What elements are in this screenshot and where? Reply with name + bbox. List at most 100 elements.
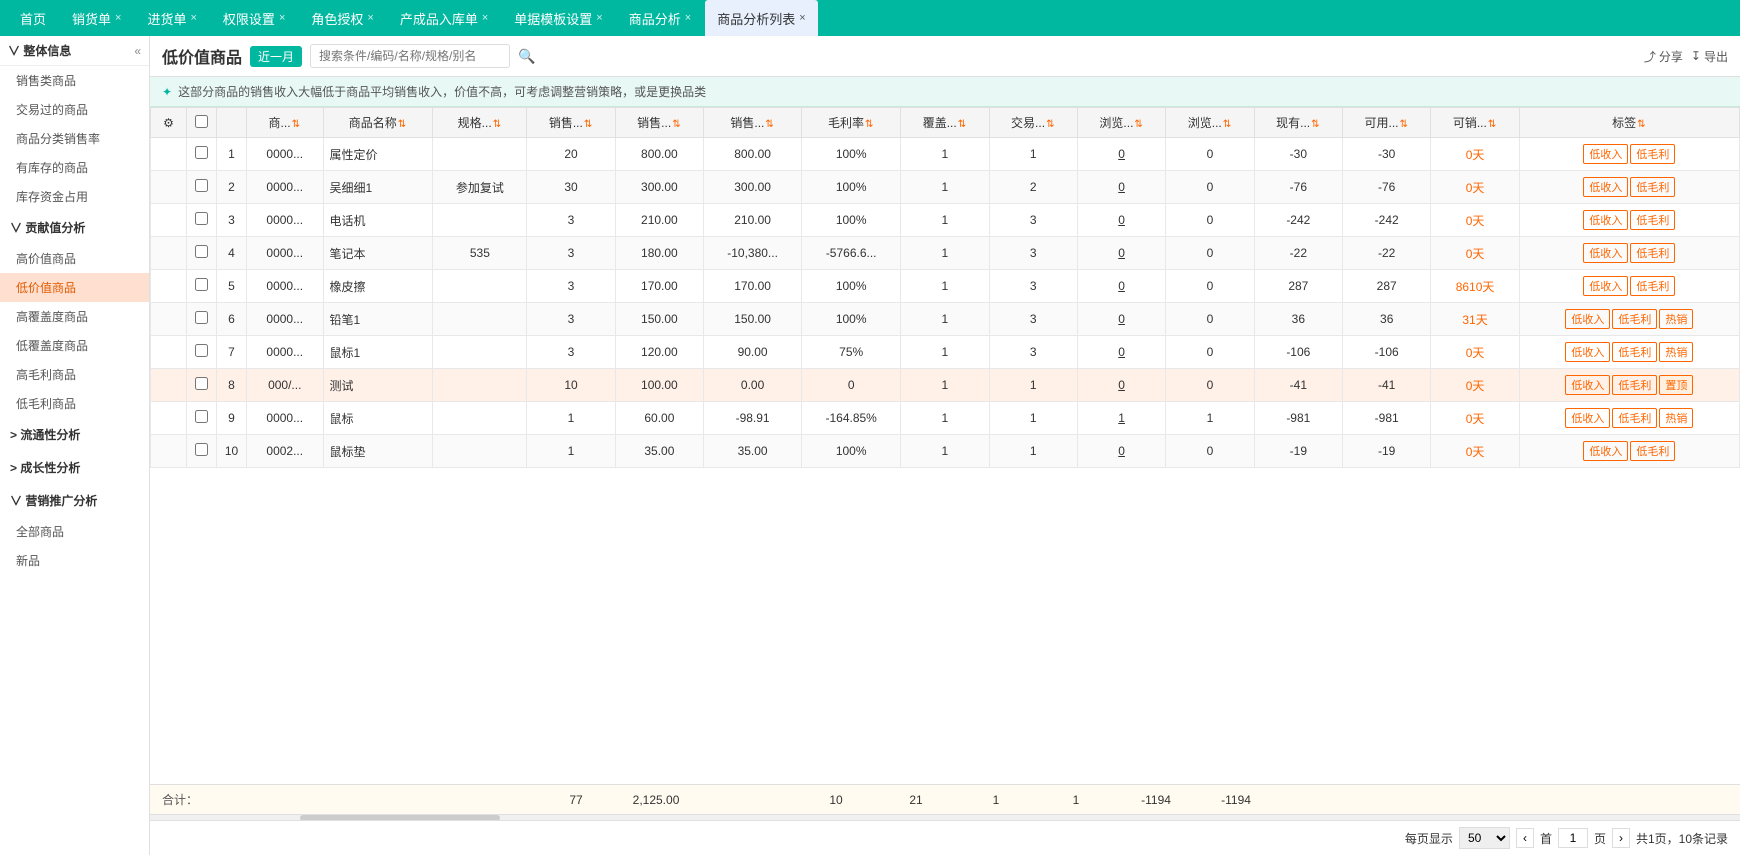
cell-checkbox[interactable] bbox=[187, 303, 217, 336]
nav-sales-order[interactable]: 销货单 × bbox=[60, 0, 133, 36]
cell-view1[interactable]: 0 bbox=[1077, 171, 1165, 204]
nav-purchase-order[interactable]: 进货单 × bbox=[135, 0, 208, 36]
export-button[interactable]: ↧ 导出 bbox=[1691, 48, 1728, 65]
next-page-button[interactable]: › bbox=[1612, 828, 1630, 848]
sidebar-item-high-value[interactable]: 高价值商品 bbox=[0, 244, 149, 273]
col-checkbox[interactable] bbox=[187, 108, 217, 138]
sidebar-item-high-coverage[interactable]: 高覆盖度商品 bbox=[0, 302, 149, 331]
col-available[interactable]: 可用...⇅ bbox=[1343, 108, 1431, 138]
cell-view1[interactable]: 0 bbox=[1077, 369, 1165, 402]
nav-product-analysis[interactable]: 商品分析 × bbox=[617, 0, 703, 36]
col-tags[interactable]: 标签⇅ bbox=[1519, 108, 1739, 138]
sidebar-item-all-goods[interactable]: 全部商品 bbox=[0, 517, 149, 546]
table-wrapper[interactable]: ⚙ 商...⇅ 商品名称⇅ 规格...⇅ 销售...⇅ 销售...⇅ 销售...… bbox=[150, 107, 1740, 784]
select-all-checkbox[interactable] bbox=[195, 115, 208, 128]
cell-checkbox[interactable] bbox=[187, 237, 217, 270]
nav-close-icon[interactable]: × bbox=[279, 12, 285, 24]
col-sales-amount[interactable]: 销售...⇅ bbox=[615, 108, 703, 138]
cell-view1[interactable]: 0 bbox=[1077, 237, 1165, 270]
col-saleable[interactable]: 可销...⇅ bbox=[1431, 108, 1519, 138]
page-number-input[interactable] bbox=[1558, 828, 1588, 848]
view1-link[interactable]: 0 bbox=[1118, 180, 1125, 194]
row-checkbox[interactable] bbox=[195, 311, 208, 324]
sidebar-group-contribution[interactable]: ∨ 贡献值分析 bbox=[0, 211, 149, 244]
page-size-select[interactable]: 50 100 200 bbox=[1459, 827, 1510, 849]
cell-checkbox[interactable] bbox=[187, 171, 217, 204]
row-checkbox[interactable] bbox=[195, 377, 208, 390]
col-sales-qty[interactable]: 销售...⇅ bbox=[527, 108, 615, 138]
cell-checkbox[interactable] bbox=[187, 204, 217, 237]
nav-close-icon[interactable]: × bbox=[115, 12, 121, 24]
view1-link[interactable]: 1 bbox=[1118, 411, 1125, 425]
sidebar-item-high-profit[interactable]: 高毛利商品 bbox=[0, 360, 149, 389]
first-page-button[interactable]: ‹ bbox=[1516, 828, 1534, 848]
col-name[interactable]: 商品名称⇅ bbox=[323, 108, 433, 138]
nav-product-inbound[interactable]: 产成品入库单 × bbox=[388, 0, 500, 36]
row-checkbox[interactable] bbox=[195, 179, 208, 192]
sidebar-item-low-value[interactable]: 低价值商品 bbox=[0, 273, 149, 302]
cell-checkbox[interactable] bbox=[187, 435, 217, 468]
view1-link[interactable]: 0 bbox=[1118, 213, 1125, 227]
view1-link[interactable]: 0 bbox=[1118, 312, 1125, 326]
col-trade[interactable]: 交易...⇅ bbox=[989, 108, 1077, 138]
cell-view1[interactable]: 0 bbox=[1077, 336, 1165, 369]
sidebar-group-marketing[interactable]: ∨ 营销推广分析 bbox=[0, 484, 149, 517]
nav-close-icon[interactable]: × bbox=[596, 12, 602, 24]
view1-link[interactable]: 0 bbox=[1118, 378, 1125, 392]
sidebar-collapse-icon[interactable]: « bbox=[134, 44, 141, 58]
cell-view1[interactable]: 0 bbox=[1077, 138, 1165, 171]
sidebar-item-stock-funds[interactable]: 库存资金占用 bbox=[0, 182, 149, 211]
sidebar-item-new-goods[interactable]: 新品 bbox=[0, 546, 149, 575]
view1-link[interactable]: 0 bbox=[1118, 279, 1125, 293]
col-code[interactable]: 商...⇅ bbox=[247, 108, 324, 138]
nav-role-auth[interactable]: 角色授权 × bbox=[299, 0, 385, 36]
nav-home[interactable]: 首页 bbox=[8, 0, 58, 36]
col-view1[interactable]: 浏览...⇅ bbox=[1077, 108, 1165, 138]
cell-view1[interactable]: 0 bbox=[1077, 270, 1165, 303]
col-coverage[interactable]: 覆盖...⇅ bbox=[901, 108, 989, 138]
search-icon[interactable]: 🔍 bbox=[518, 48, 535, 65]
nav-close-icon[interactable]: × bbox=[685, 12, 691, 24]
col-gross-rate[interactable]: 毛利率⇅ bbox=[802, 108, 901, 138]
sidebar-item-traded-goods[interactable]: 交易过的商品 bbox=[0, 95, 149, 124]
nav-product-analysis-list[interactable]: 商品分析列表 × bbox=[705, 0, 817, 36]
col-view2[interactable]: 浏览...⇅ bbox=[1166, 108, 1254, 138]
view1-link[interactable]: 0 bbox=[1118, 444, 1125, 458]
cell-checkbox[interactable] bbox=[187, 402, 217, 435]
nav-close-icon[interactable]: × bbox=[367, 12, 373, 24]
col-gear[interactable]: ⚙ bbox=[151, 108, 187, 138]
cell-checkbox[interactable] bbox=[187, 138, 217, 171]
view1-link[interactable]: 0 bbox=[1118, 246, 1125, 260]
cell-view1[interactable]: 1 bbox=[1077, 402, 1165, 435]
sidebar-item-stock-goods[interactable]: 有库存的商品 bbox=[0, 153, 149, 182]
col-spec[interactable]: 规格...⇅ bbox=[433, 108, 527, 138]
share-button[interactable]: ⤴ 分享 bbox=[1644, 48, 1683, 65]
view1-link[interactable]: 0 bbox=[1118, 345, 1125, 359]
sidebar-item-sales-goods[interactable]: 销售类商品 bbox=[0, 66, 149, 95]
cell-view1[interactable]: 0 bbox=[1077, 303, 1165, 336]
row-checkbox[interactable] bbox=[195, 344, 208, 357]
nav-close-icon[interactable]: × bbox=[482, 12, 488, 24]
nav-template[interactable]: 单据模板设置 × bbox=[502, 0, 614, 36]
col-current-stock[interactable]: 现有...⇅ bbox=[1254, 108, 1342, 138]
sidebar-item-low-profit[interactable]: 低毛利商品 bbox=[0, 389, 149, 418]
cell-checkbox[interactable] bbox=[187, 369, 217, 402]
row-checkbox[interactable] bbox=[195, 212, 208, 225]
cell-checkbox[interactable] bbox=[187, 270, 217, 303]
row-checkbox[interactable] bbox=[195, 278, 208, 291]
row-checkbox[interactable] bbox=[195, 443, 208, 456]
cell-view1[interactable]: 0 bbox=[1077, 435, 1165, 468]
sidebar-item-low-coverage[interactable]: 低覆盖度商品 bbox=[0, 331, 149, 360]
nav-close-icon[interactable]: × bbox=[799, 12, 805, 24]
period-tag-button[interactable]: 近一月 bbox=[250, 46, 302, 67]
sidebar-item-category-sales-rate[interactable]: 商品分类销售率 bbox=[0, 124, 149, 153]
row-checkbox[interactable] bbox=[195, 410, 208, 423]
col-sales-cost[interactable]: 销售...⇅ bbox=[704, 108, 802, 138]
row-checkbox[interactable] bbox=[195, 245, 208, 258]
row-checkbox[interactable] bbox=[195, 146, 208, 159]
view1-link[interactable]: 0 bbox=[1118, 147, 1125, 161]
sidebar-group-circulation[interactable]: > 流通性分析 bbox=[0, 418, 149, 451]
cell-checkbox[interactable] bbox=[187, 336, 217, 369]
cell-view1[interactable]: 0 bbox=[1077, 204, 1165, 237]
nav-permission[interactable]: 权限设置 × bbox=[211, 0, 297, 36]
